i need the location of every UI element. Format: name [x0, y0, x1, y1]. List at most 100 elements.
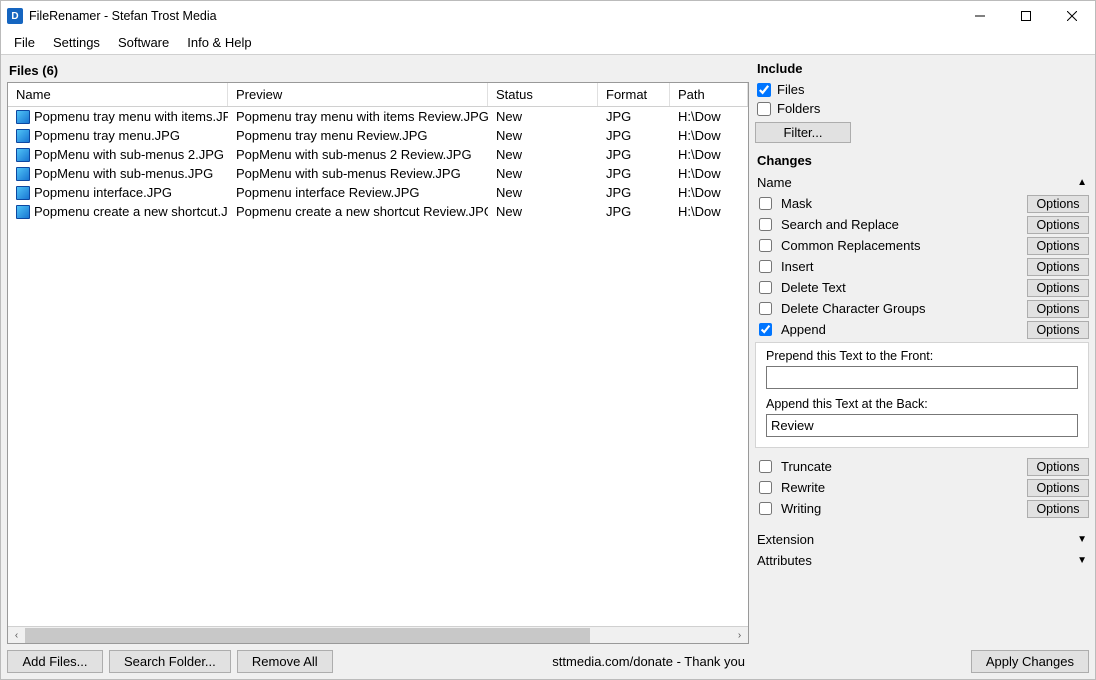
name-header-row[interactable]: Name ▲: [755, 172, 1089, 193]
table-row[interactable]: Popmenu interface.JPGPopmenu interface R…: [8, 183, 748, 202]
rewrite-options-button[interactable]: Options: [1027, 479, 1089, 497]
rewrite-row: Rewrite Options: [755, 477, 1089, 498]
mask-row: Mask Options: [755, 193, 1089, 214]
common-options-button[interactable]: Options: [1027, 237, 1089, 255]
bottom-row: Add Files... Search Folder... Remove All…: [7, 644, 749, 673]
file-preview: PopMenu with sub-menus 2 Review.JPG: [228, 147, 488, 162]
include-files-checkbox[interactable]: [757, 83, 771, 97]
chevron-down-icon: ▼: [1077, 555, 1087, 566]
table-row[interactable]: PopMenu with sub-menus.JPGPopMenu with s…: [8, 164, 748, 183]
close-icon: [1067, 11, 1077, 21]
maximize-button[interactable]: [1003, 1, 1049, 31]
delete-groups-check[interactable]: Delete Character Groups: [755, 299, 1027, 318]
maximize-icon: [1021, 11, 1031, 21]
col-status[interactable]: Status: [488, 83, 598, 106]
minimize-button[interactable]: [957, 1, 1003, 31]
file-preview: Popmenu tray menu with items Review.JPG: [228, 109, 488, 124]
window-controls: [957, 1, 1095, 31]
table-row[interactable]: Popmenu tray menu.JPGPopmenu tray menu R…: [8, 126, 748, 145]
main-area: Files (6) Name Preview Status Format Pat…: [1, 55, 1095, 679]
menu-info[interactable]: Info & Help: [178, 32, 260, 53]
h-scrollbar[interactable]: ‹ ›: [8, 626, 748, 643]
menu-file[interactable]: File: [5, 32, 44, 53]
extension-row[interactable]: Extension ▼: [755, 529, 1089, 550]
delete-text-check[interactable]: Delete Text: [755, 278, 1027, 297]
rewrite-check[interactable]: Rewrite: [755, 478, 1027, 497]
delete-text-row: Delete Text Options: [755, 277, 1089, 298]
prepend-label: Prepend this Text to the Front:: [766, 349, 1078, 363]
prepend-input[interactable]: [766, 366, 1078, 389]
file-format: JPG: [598, 166, 670, 181]
insert-check[interactable]: Insert: [755, 257, 1027, 276]
append-options-button[interactable]: Options: [1027, 321, 1089, 339]
insert-options-button[interactable]: Options: [1027, 258, 1089, 276]
image-file-icon: [16, 110, 30, 124]
writing-options-button[interactable]: Options: [1027, 500, 1089, 518]
image-file-icon: [16, 186, 30, 200]
mask-check[interactable]: Mask: [755, 194, 1027, 213]
search-replace-check[interactable]: Search and Replace: [755, 215, 1027, 234]
col-format[interactable]: Format: [598, 83, 670, 106]
append-check[interactable]: Append: [755, 320, 1027, 339]
include-folders-check[interactable]: Folders: [755, 99, 1089, 118]
delete-groups-row: Delete Character Groups Options: [755, 298, 1089, 319]
writing-check[interactable]: Writing: [755, 499, 1027, 518]
image-file-icon: [16, 167, 30, 181]
file-status: New: [488, 204, 598, 219]
titlebar: FileRenamer - Stefan Trost Media: [1, 1, 1095, 31]
search-replace-options-button[interactable]: Options: [1027, 216, 1089, 234]
include-files-label: Files: [777, 82, 804, 97]
file-path: H:\Dow: [670, 147, 748, 162]
truncate-options-button[interactable]: Options: [1027, 458, 1089, 476]
app-icon: [7, 8, 23, 24]
insert-row: Insert Options: [755, 256, 1089, 277]
file-name: Popmenu create a new shortcut.JPG: [34, 204, 228, 219]
table-row[interactable]: Popmenu create a new shortcut.JPGPopmenu…: [8, 202, 748, 221]
include-files-check[interactable]: Files: [755, 80, 1089, 99]
scroll-track[interactable]: [25, 628, 731, 643]
file-path: H:\Dow: [670, 185, 748, 200]
file-preview: PopMenu with sub-menus Review.JPG: [228, 166, 488, 181]
close-button[interactable]: [1049, 1, 1095, 31]
menu-settings[interactable]: Settings: [44, 32, 109, 53]
file-status: New: [488, 109, 598, 124]
apply-changes-button[interactable]: Apply Changes: [971, 650, 1089, 673]
scroll-thumb[interactable]: [25, 628, 590, 643]
files-header: Files (6): [7, 61, 749, 82]
attributes-label: Attributes: [757, 553, 812, 568]
common-check[interactable]: Common Replacements: [755, 236, 1027, 255]
delete-text-options-button[interactable]: Options: [1027, 279, 1089, 297]
file-name: PopMenu with sub-menus 2.JPG: [34, 147, 224, 162]
search-folder-button[interactable]: Search Folder...: [109, 650, 231, 673]
file-name: Popmenu tray menu.JPG: [34, 128, 180, 143]
file-format: JPG: [598, 109, 670, 124]
col-path[interactable]: Path: [670, 83, 748, 106]
file-path: H:\Dow: [670, 128, 748, 143]
attributes-row[interactable]: Attributes ▼: [755, 550, 1089, 571]
append-label: Append this Text at the Back:: [766, 397, 1078, 411]
chevron-down-icon: ▼: [1077, 534, 1087, 545]
file-format: JPG: [598, 147, 670, 162]
include-folders-checkbox[interactable]: [757, 102, 771, 116]
menu-software[interactable]: Software: [109, 32, 178, 53]
filter-button[interactable]: Filter...: [755, 122, 851, 143]
add-files-button[interactable]: Add Files...: [7, 650, 103, 673]
table-row[interactable]: Popmenu tray menu with items.JPGPopmenu …: [8, 107, 748, 126]
chevron-up-icon: ▲: [1077, 177, 1087, 188]
col-name[interactable]: Name: [8, 83, 228, 106]
mask-options-button[interactable]: Options: [1027, 195, 1089, 213]
remove-all-button[interactable]: Remove All: [237, 650, 333, 673]
include-title: Include: [755, 61, 1089, 80]
scroll-right-icon[interactable]: ›: [731, 628, 748, 643]
file-preview: Popmenu interface Review.JPG: [228, 185, 488, 200]
delete-groups-options-button[interactable]: Options: [1027, 300, 1089, 318]
image-file-icon: [16, 148, 30, 162]
append-input[interactable]: [766, 414, 1078, 437]
scroll-left-icon[interactable]: ‹: [8, 628, 25, 643]
truncate-check[interactable]: Truncate: [755, 457, 1027, 476]
table-row[interactable]: PopMenu with sub-menus 2.JPG PopMenu with…: [8, 145, 748, 164]
right-pane: Include Files Folders Filter... Changes …: [755, 61, 1089, 673]
file-status: New: [488, 147, 598, 162]
file-name: Popmenu tray menu with items.JPG: [34, 109, 228, 124]
col-preview[interactable]: Preview: [228, 83, 488, 106]
